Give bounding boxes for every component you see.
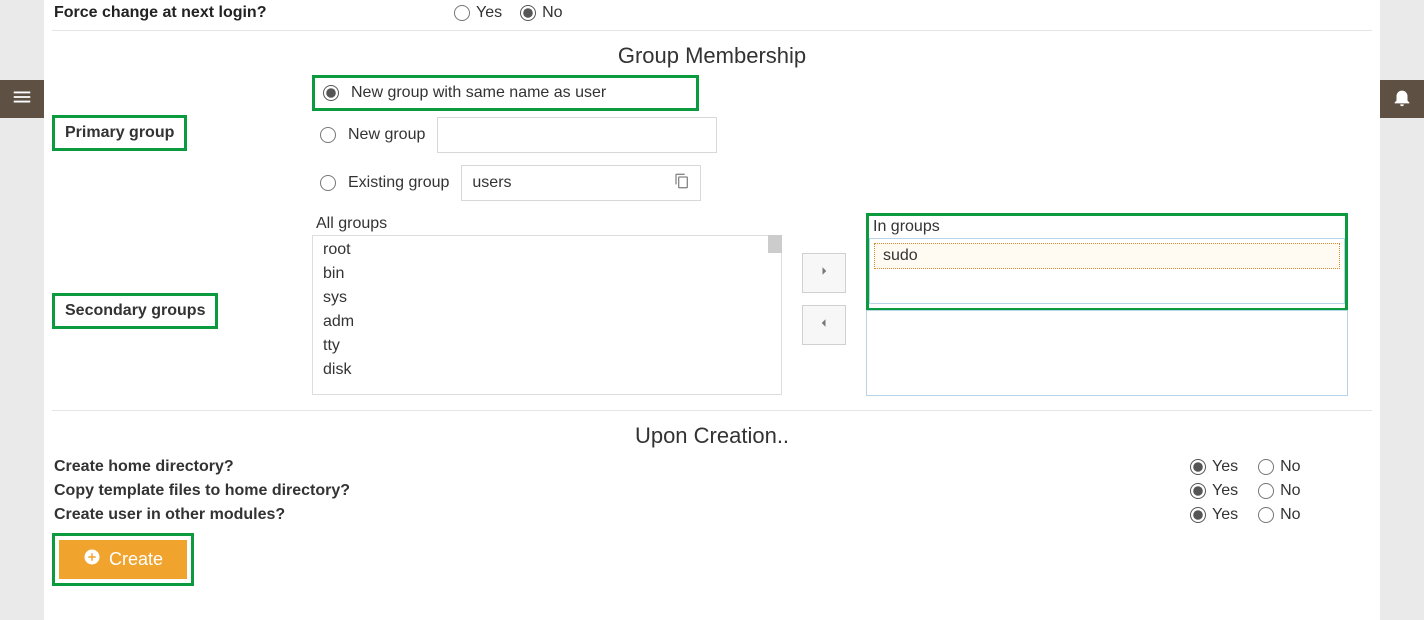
yes-label: Yes [1212,482,1238,500]
arrow-left-icon [815,314,833,337]
in-groups-wrap: In groups sudo [866,213,1348,396]
upon-creation-rows: Create home directory? Yes No Copy templ… [52,455,1372,527]
uc-label: Create user in other modules? [54,506,1190,524]
uc-no[interactable]: No [1258,506,1300,524]
primary-group-label: Primary group [52,115,187,151]
create-highlight: Create [52,533,194,586]
uc-no-radio[interactable] [1258,459,1274,475]
no-label: No [1280,482,1300,500]
list-item[interactable]: sudo [874,243,1340,269]
uc-yes[interactable]: Yes [1190,482,1238,500]
form-panel: Force change at next login? Yes No Group… [44,0,1380,620]
move-buttons [782,213,866,345]
no-label: No [1280,506,1300,524]
force-change-yes-radio[interactable] [454,5,470,21]
divider [52,30,1372,31]
new-group-name-input[interactable] [437,117,717,153]
uc-no[interactable]: No [1258,458,1300,476]
uc-no[interactable]: No [1258,482,1300,500]
yes-label: Yes [1212,506,1238,524]
uc-label: Create home directory? [54,458,1190,476]
uc-yes-radio[interactable] [1190,507,1206,523]
uc-yes-radio[interactable] [1190,483,1206,499]
in-groups-title: In groups [869,216,1345,238]
force-change-label: Force change at next login? [54,4,314,22]
upon-creation-row: Copy template files to home directory? Y… [52,479,1372,503]
in-groups-listbox-rest[interactable] [869,313,1345,393]
primary-opt-same-row[interactable]: New group with same name as user [312,75,699,111]
uc-no-radio[interactable] [1258,483,1274,499]
list-item[interactable]: disk [315,358,779,382]
primary-group-label-text: Primary group [65,124,174,141]
uc-yes-radio[interactable] [1190,459,1206,475]
move-left-button[interactable] [802,305,846,345]
list-item[interactable]: bin [315,262,779,286]
move-right-button[interactable] [802,253,846,293]
primary-opt-new-label: New group [348,126,425,144]
create-button-label: Create [109,549,163,570]
force-change-row: Force change at next login? Yes No [52,0,1372,26]
force-change-no-radio[interactable] [520,5,536,21]
plus-circle-icon [83,548,101,571]
scrollbar-thumb[interactable] [768,235,782,253]
primary-group-block: Primary group New group with same name a… [52,75,1372,207]
upon-creation-title: Upon Creation.. [52,415,1372,455]
list-item[interactable]: root [315,238,779,262]
hamburger-icon [11,86,33,113]
create-button[interactable]: Create [59,540,187,579]
uc-label: Copy template files to home directory? [54,482,1190,500]
bell-icon [1391,86,1413,113]
primary-opt-existing-row[interactable]: Existing group users [312,159,1372,207]
primary-opt-same-radio[interactable] [323,85,339,101]
primary-group-options: New group with same name as user New gro… [312,75,1372,207]
group-membership-title: Group Membership [52,35,1372,75]
arrow-right-icon [815,262,833,285]
force-change-no[interactable]: No [520,4,562,22]
primary-opt-new-row[interactable]: New group [312,111,1372,159]
all-groups-listbox[interactable]: rootbinsysadmttydisk [312,235,782,395]
browse-icon [674,173,690,194]
primary-opt-existing-label: Existing group [348,174,449,192]
list-item[interactable]: tty [315,334,779,358]
secondary-groups-label-text: Secondary groups [65,302,205,319]
list-item[interactable]: sys [315,286,779,310]
force-change-yes[interactable]: Yes [454,4,502,22]
primary-opt-existing-radio[interactable] [320,175,336,191]
menu-button[interactable] [0,80,44,118]
existing-group-select[interactable]: users [461,165,701,201]
existing-group-value: users [472,174,511,192]
no-label: No [542,4,562,22]
notifications-button[interactable] [1380,80,1424,118]
primary-opt-new-radio[interactable] [320,127,336,143]
yes-label: Yes [476,4,502,22]
upon-creation-row: Create user in other modules? Yes No [52,503,1372,527]
no-label: No [1280,458,1300,476]
uc-yes[interactable]: Yes [1190,458,1238,476]
upon-creation-row: Create home directory? Yes No [52,455,1372,479]
primary-opt-same-label: New group with same name as user [351,84,606,102]
yes-label: Yes [1212,458,1238,476]
all-groups-title: All groups [312,213,782,235]
all-groups-wrap: All groups rootbinsysadmttydisk [312,213,782,395]
uc-yes[interactable]: Yes [1190,506,1238,524]
in-groups-listbox[interactable]: sudo [872,241,1342,301]
secondary-groups-label: Secondary groups [52,293,218,329]
uc-no-radio[interactable] [1258,507,1274,523]
secondary-groups-block: Secondary groups All groups rootbinsysad… [52,213,1372,396]
divider [52,410,1372,411]
list-item[interactable]: adm [315,310,779,334]
